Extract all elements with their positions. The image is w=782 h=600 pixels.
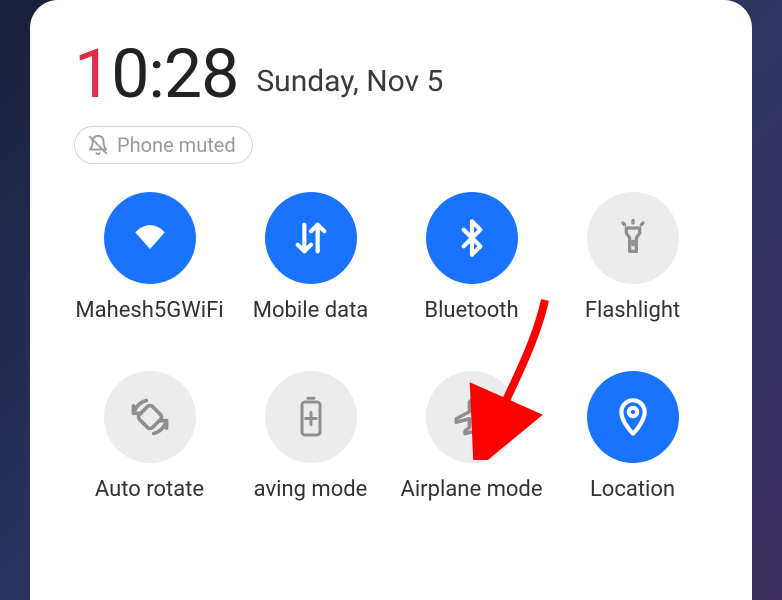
location-label: Location xyxy=(590,477,675,502)
flashlight-label: Flashlight xyxy=(585,298,680,323)
airplane-icon xyxy=(451,396,493,438)
location-toggle[interactable] xyxy=(587,371,679,463)
wifi-label: Mahesh5GWiFi xyxy=(75,298,223,323)
auto-rotate-toggle[interactable] xyxy=(104,371,196,463)
wifi-toggle[interactable] xyxy=(104,192,196,284)
tile-wifi: Mahesh5GWiFi xyxy=(74,192,225,323)
airplane-mode-toggle[interactable] xyxy=(426,371,518,463)
notification-panel: 10:28 Sunday, Nov 5 Phone muted Mahesh xyxy=(30,0,752,600)
mobile-data-toggle[interactable] xyxy=(265,192,357,284)
header-row: 10:28 Sunday, Nov 5 xyxy=(74,40,708,108)
airplane-mode-label: Airplane mode xyxy=(400,477,542,502)
phone-muted-label: Phone muted xyxy=(117,133,236,157)
auto-rotate-icon xyxy=(128,395,172,439)
tile-auto-rotate: Auto rotate xyxy=(74,371,225,502)
battery-plus-icon xyxy=(293,396,329,438)
tile-bluetooth: Bluetooth xyxy=(396,192,547,323)
clock-rest: 0:28 xyxy=(111,34,238,114)
bluetooth-label: Bluetooth xyxy=(424,298,518,323)
phone-muted-chip[interactable]: Phone muted xyxy=(74,126,253,164)
flashlight-toggle[interactable] xyxy=(587,192,679,284)
tile-saving-mode: aving mode xyxy=(235,371,386,502)
location-icon xyxy=(613,397,653,437)
saving-mode-toggle[interactable] xyxy=(265,371,357,463)
mobile-data-icon xyxy=(291,218,331,258)
tile-mobile-data: Mobile data xyxy=(235,192,386,323)
tile-airplane-mode: Airplane mode xyxy=(396,371,547,502)
saving-mode-label: aving mode xyxy=(254,477,368,502)
clock: 10:28 xyxy=(74,40,238,108)
flashlight-icon xyxy=(613,218,653,258)
bluetooth-icon xyxy=(452,218,492,258)
clock-first-digit: 1 xyxy=(74,34,111,114)
wifi-icon xyxy=(128,216,172,260)
bell-muted-icon xyxy=(87,134,109,156)
date: Sunday, Nov 5 xyxy=(256,64,443,99)
bluetooth-toggle[interactable] xyxy=(426,192,518,284)
auto-rotate-label: Auto rotate xyxy=(95,477,204,502)
tile-location: Location xyxy=(557,371,708,502)
quick-settings-grid: Mahesh5GWiFi Mobile data xyxy=(74,192,708,502)
mobile-data-label: Mobile data xyxy=(253,298,368,323)
tile-flashlight: Flashlight xyxy=(557,192,708,323)
